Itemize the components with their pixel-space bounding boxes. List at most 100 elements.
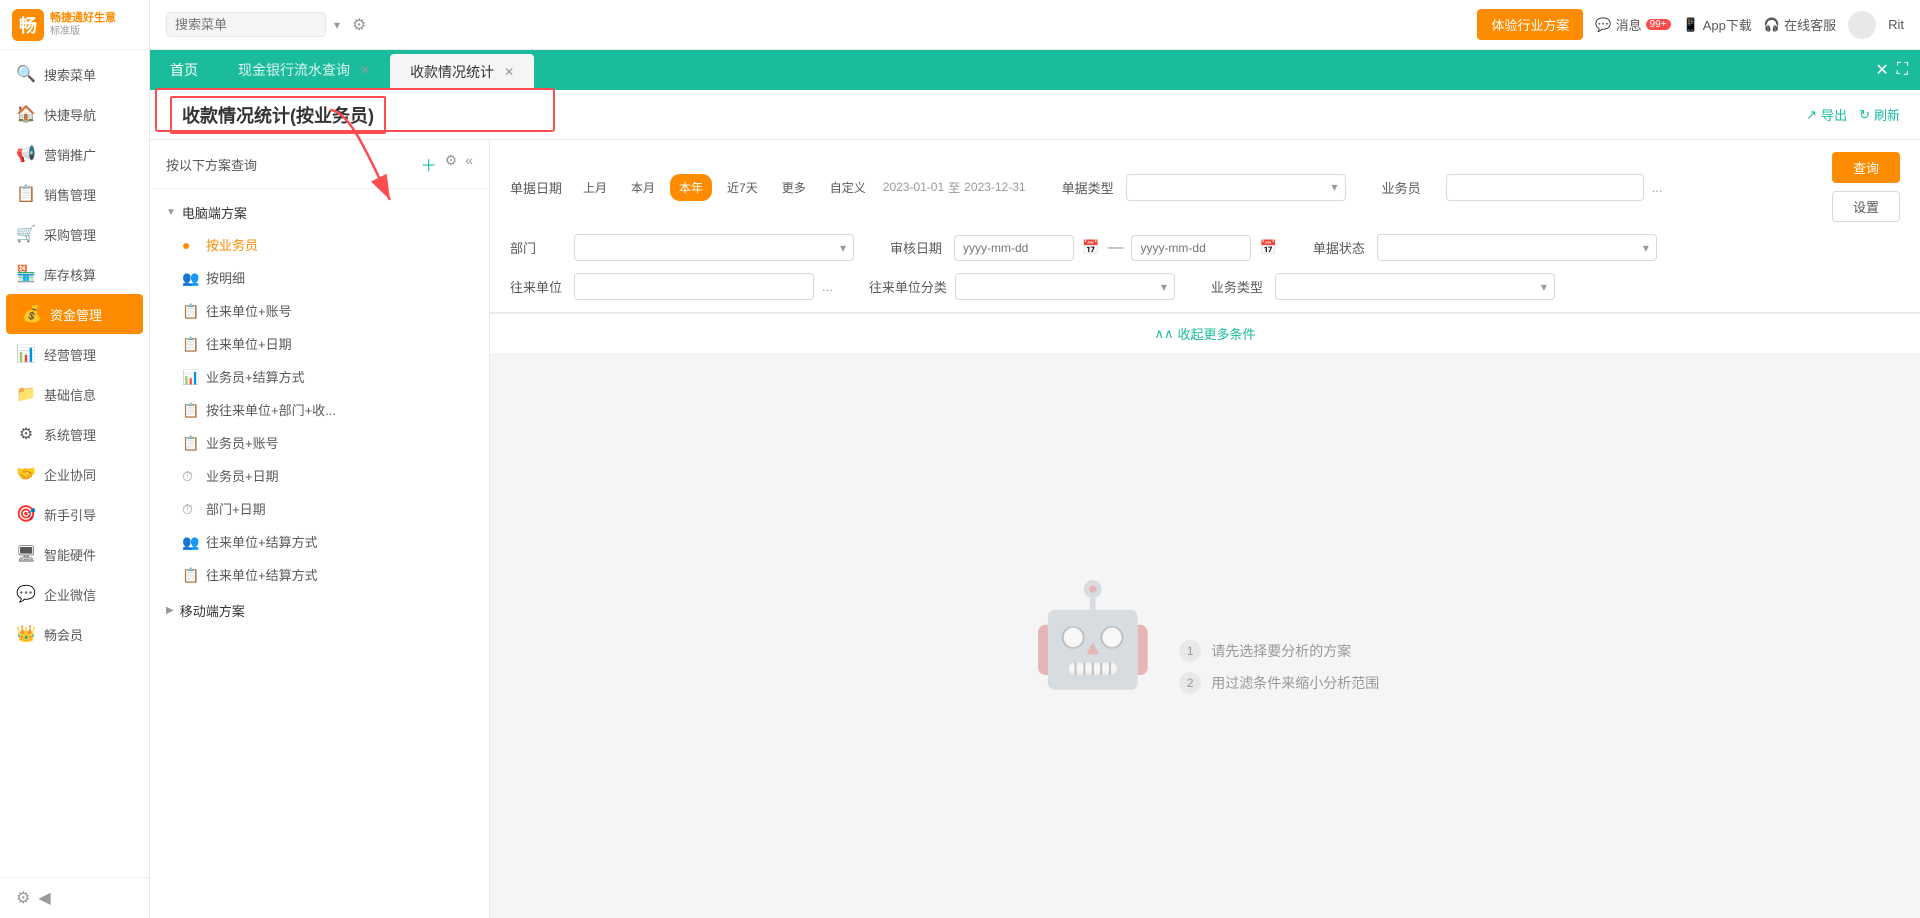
hardware-icon: 🖥	[16, 544, 36, 564]
date-btn-last7[interactable]: 近7天	[718, 174, 767, 201]
filter-row-1: 单据日期 上月 本月 本年 近7天 更多 自定义 2023-01-01	[510, 152, 1900, 222]
sidebar-item-operations[interactable]: 📊 经营管理	[0, 334, 149, 374]
app-download-item[interactable]: 📱 App下载	[1683, 15, 1752, 34]
sidebar-item-hardware[interactable]: 🖥 智能硬件	[0, 534, 149, 574]
header-settings-icon[interactable]: ⚙	[352, 15, 366, 35]
tab-receipt-stats[interactable]: 收款情况统计 ✕	[390, 54, 534, 90]
date-btn-this-month[interactable]: 本月	[622, 174, 664, 201]
sidebar-item-basic[interactable]: 📁 基础信息	[0, 374, 149, 414]
basic-icon: 📁	[16, 384, 36, 404]
panel-collapse-icon[interactable]: «	[465, 152, 473, 176]
plan-item-salesperson-date[interactable]: ⏱ 业务员+日期	[158, 459, 489, 492]
tab-receipt-stats-close[interactable]: ✕	[504, 65, 514, 79]
sidebar-item-wechat[interactable]: 💬 企业微信	[0, 574, 149, 614]
date-btn-last-month[interactable]: 上月	[574, 174, 616, 201]
plan-item-partner-date[interactable]: 📋 往来单位+日期	[158, 327, 489, 360]
sidebar-item-enterprise[interactable]: 🤝 企业协同	[0, 454, 149, 494]
filter-doc-status-item: 单据状态	[1313, 234, 1657, 261]
plan-item-salesperson-settlement[interactable]: 📊 业务员+结算方式	[158, 360, 489, 393]
plan-group-mobile-title[interactable]: ▶ 移动端方案	[150, 595, 489, 626]
review-date-to-icon[interactable]: 📅	[1259, 239, 1276, 256]
dept-select[interactable]	[574, 234, 854, 261]
sidebar-item-sales[interactable]: 📋 销售管理	[0, 174, 149, 214]
plan-item-salesperson-account[interactable]: 📋 业务员+账号	[158, 426, 489, 459]
sidebar-item-search[interactable]: 🔍 搜索菜单	[0, 54, 149, 94]
settings-bottom-icon[interactable]: ⚙	[16, 888, 30, 908]
date-btn-group: 上月 本月 本年 近7天 更多 自定义	[574, 174, 875, 201]
plan-item-partner-account[interactable]: 📋 往来单位+账号	[158, 294, 489, 327]
online-service-item[interactable]: 🎧 在线客服	[1764, 15, 1836, 34]
collapse-sidebar-icon[interactable]: ◀	[38, 888, 50, 908]
marketing-icon: 📢	[16, 144, 36, 164]
business-type-select[interactable]	[1275, 273, 1555, 300]
page-content: 收款情况统计(按业务员) ↗ 导出 ↻ 刷新 按以下方案查询 ＋	[150, 90, 1920, 918]
partner-account-icon: 📋	[182, 303, 198, 319]
sidebar-item-purchase[interactable]: 🛒 采购管理	[0, 214, 149, 254]
query-button[interactable]: 查询	[1832, 152, 1900, 183]
search-dropdown-icon[interactable]: ▾	[334, 18, 340, 32]
plan-item-partner-settlement1[interactable]: 👥 往来单位+结算方式	[158, 525, 489, 558]
page-title: 收款情况统计(按业务员)	[170, 96, 386, 134]
tab-home[interactable]: 首页	[150, 50, 218, 90]
date-btn-custom[interactable]: 自定义	[821, 174, 875, 201]
review-date-from-icon[interactable]: 📅	[1082, 239, 1099, 256]
plan-group-pc-title[interactable]: ▼ 电脑端方案	[150, 197, 489, 228]
refresh-button[interactable]: ↻ 刷新	[1859, 105, 1900, 124]
sidebar-item-inventory[interactable]: 🏪 库存核算	[0, 254, 149, 294]
sales-icon: 📋	[16, 184, 36, 204]
filter-review-date-item: 审核日期 📅 — 📅	[890, 235, 1277, 261]
export-button[interactable]: ↗ 导出	[1806, 105, 1847, 124]
filter-doc-type-item: 单据类型	[1062, 174, 1346, 201]
tab-bank-flow[interactable]: 现金银行流水查询 ✕	[218, 50, 390, 90]
step-num-2: 2	[1179, 672, 1201, 694]
sidebar-item-quick-nav[interactable]: 🏠 快捷导航	[0, 94, 149, 134]
date-btn-more[interactable]: 更多	[773, 174, 815, 201]
counterpart-input[interactable]	[574, 273, 814, 300]
partner-settlement2-icon: 📋	[182, 567, 198, 583]
tab-bank-flow-close[interactable]: ✕	[360, 63, 370, 77]
counterpart-category-select-wrapper	[955, 273, 1175, 300]
counterpart-category-select[interactable]	[955, 273, 1175, 300]
messages-badge: 99+	[1646, 19, 1671, 30]
salesperson-date-icon: ⏱	[182, 468, 198, 484]
sidebar-item-marketing[interactable]: 📢 营销推广	[0, 134, 149, 174]
wechat-icon: 💬	[16, 584, 36, 604]
user-name[interactable]: Rit	[1888, 17, 1904, 32]
search-menu-input[interactable]	[166, 12, 326, 37]
plan-item-by-detail[interactable]: 👥 按明细	[158, 261, 489, 294]
salesperson-more-icon[interactable]: ...	[1652, 180, 1663, 195]
plan-item-dept-date[interactable]: ⏱ 部门+日期	[158, 492, 489, 525]
doc-type-select[interactable]	[1126, 174, 1346, 201]
review-date-from-input[interactable]	[954, 235, 1074, 261]
detail-plan-icon: 👥	[182, 270, 198, 286]
review-date-to-input[interactable]	[1131, 235, 1251, 261]
messages-item[interactable]: 💬 消息 99+	[1595, 15, 1670, 34]
date-range-display: 2023-01-01 至 2023-12-31	[883, 179, 1026, 196]
plan-item-partner-dept-recv[interactable]: 📋 按往来单位+部门+收...	[158, 393, 489, 426]
tab-maximize-icon[interactable]: ⛶	[1897, 61, 1908, 79]
collapse-bar[interactable]: ∧∧ 收起更多条件	[490, 313, 1920, 353]
service-icon: 🎧	[1764, 17, 1780, 33]
salesperson-filter-input[interactable]	[1446, 174, 1644, 201]
filter-counterpart-category-item: 往来单位分类	[869, 273, 1175, 300]
trial-button[interactable]: 体验行业方案	[1477, 9, 1583, 40]
plan-item-partner-settlement2[interactable]: 📋 往来单位+结算方式	[158, 558, 489, 591]
breadcrumb-area: ▾ ⚙	[166, 12, 1465, 37]
sidebar-item-member[interactable]: 👑 畅会员	[0, 614, 149, 654]
sidebar-nav: 🔍 搜索菜单 🏠 快捷导航 📢 营销推广 📋 销售管理 🛒 采购管理 🏪 库存核…	[0, 50, 149, 877]
partner-dept-icon: 📋	[182, 402, 198, 418]
user-avatar[interactable]	[1848, 11, 1876, 39]
date-btn-this-year[interactable]: 本年	[670, 174, 712, 201]
sidebar-item-finance[interactable]: 💰 资金管理	[6, 294, 143, 334]
sidebar-item-system[interactable]: ⚙ 系统管理	[0, 414, 149, 454]
doc-status-select[interactable]	[1377, 234, 1657, 261]
tab-close-all-icon[interactable]: ✕	[1875, 60, 1888, 80]
panel-add-icon[interactable]: ＋	[421, 152, 437, 176]
panel-settings-icon[interactable]: ⚙	[445, 152, 458, 176]
guide-icon: 🎯	[16, 504, 36, 524]
sidebar-item-guide[interactable]: 🎯 新手引导	[0, 494, 149, 534]
counterpart-more-icon[interactable]: ...	[822, 279, 833, 294]
plan-item-by-salesperson[interactable]: ● 按业务员	[158, 228, 489, 261]
filter-settings-button[interactable]: 设置	[1832, 191, 1900, 222]
logo-text: 畅捷通好生意 标准版	[50, 11, 116, 38]
